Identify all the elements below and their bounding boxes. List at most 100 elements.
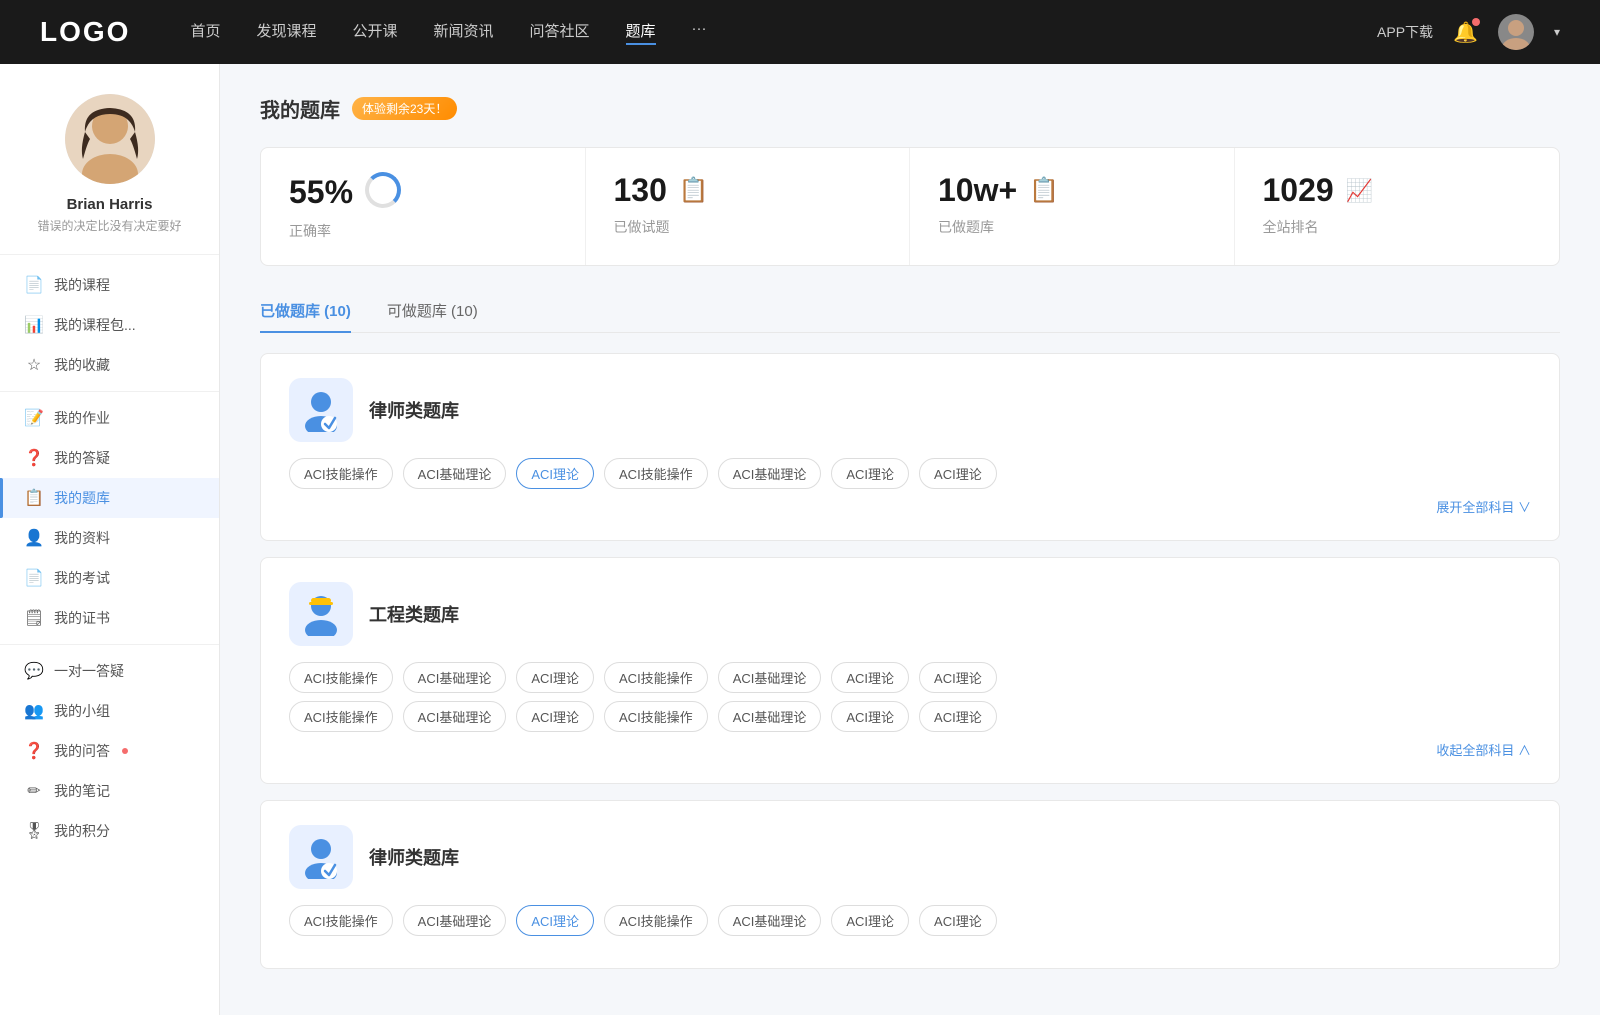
sidebar-avatar bbox=[65, 94, 155, 184]
divider-1 bbox=[0, 391, 219, 392]
bank-tag[interactable]: ACI基础理论 bbox=[718, 458, 822, 489]
trial-badge: 体验剩余23天！ bbox=[352, 97, 457, 120]
bank-tag[interactable]: ACI基础理论 bbox=[718, 662, 822, 693]
qa-icon: ❓ bbox=[24, 448, 44, 468]
sidebar-item-certificate[interactable]: 🗒 我的证书 bbox=[0, 598, 219, 638]
bank-engineering-tags-row2: ACI技能操作 ACI基础理论 ACI理论 ACI技能操作 ACI基础理论 AC… bbox=[289, 701, 1531, 732]
bank-engineering-icon-wrap bbox=[289, 582, 353, 646]
sidebar-item-my-exam[interactable]: 📄 我的考试 bbox=[0, 558, 219, 598]
exam-icon: 📄 bbox=[24, 568, 44, 588]
bank-tag[interactable]: ACI理论 bbox=[831, 701, 909, 732]
nav-discover[interactable]: 发现课程 bbox=[256, 20, 316, 45]
bank-tag[interactable]: ACI基础理论 bbox=[403, 905, 507, 936]
bank-tag[interactable]: ACI技能操作 bbox=[289, 701, 393, 732]
user-chevron[interactable]: ▾ bbox=[1554, 25, 1560, 39]
bank-tag-selected[interactable]: ACI理论 bbox=[516, 905, 594, 936]
bank-section-lawyer-2: 律师类题库 ACI技能操作 ACI基础理论 ACI理论 ACI技能操作 ACI基… bbox=[260, 800, 1560, 969]
points-icon: 🎖 bbox=[24, 821, 44, 841]
bank-tag[interactable]: ACI理论 bbox=[516, 701, 594, 732]
sidebar-item-homework[interactable]: 📝 我的作业 bbox=[0, 398, 219, 438]
bank-tag[interactable]: ACI基础理论 bbox=[403, 701, 507, 732]
stat-accuracy-value: 55% bbox=[289, 174, 353, 211]
bank-tag[interactable]: ACI技能操作 bbox=[289, 458, 393, 489]
bank-expand-button[interactable]: 展开全部科目 ∨ bbox=[289, 497, 1531, 516]
sidebar-item-my-group[interactable]: 👥 我的小组 bbox=[0, 691, 219, 731]
notification-dot bbox=[1472, 18, 1480, 26]
bank-tag[interactable]: ACI技能操作 bbox=[604, 905, 708, 936]
bank-tag[interactable]: ACI理论 bbox=[831, 458, 909, 489]
list-orange-icon: 📋 bbox=[1029, 176, 1059, 205]
bank-tag[interactable]: ACI技能操作 bbox=[289, 662, 393, 693]
nav-news[interactable]: 新闻资讯 bbox=[434, 20, 494, 45]
sidebar-motto: 错误的决定比没有决定要好 bbox=[20, 217, 199, 234]
bank-collapse-button[interactable]: 收起全部科目 ∧ bbox=[289, 740, 1531, 759]
chat-icon: 💬 bbox=[24, 661, 44, 681]
nav-open-course[interactable]: 公开课 bbox=[352, 20, 397, 45]
divider-2 bbox=[0, 644, 219, 645]
sidebar-item-my-points[interactable]: 🎖 我的积分 bbox=[0, 811, 219, 851]
sidebar-item-one-on-one[interactable]: 💬 一对一答疑 bbox=[0, 651, 219, 691]
bank-lawyer2-icon-wrap bbox=[289, 825, 353, 889]
sidebar: Brian Harris 错误的决定比没有决定要好 📄 我的课程 📊 我的课程包… bbox=[0, 64, 220, 1015]
bank-tag[interactable]: ACI技能操作 bbox=[604, 701, 708, 732]
bank-lawyer2-header: 律师类题库 bbox=[289, 825, 1531, 889]
user-avatar[interactable] bbox=[1498, 14, 1534, 50]
sidebar-item-my-data[interactable]: 👤 我的资料 bbox=[0, 518, 219, 558]
bank-tag[interactable]: ACI基础理论 bbox=[403, 662, 507, 693]
bank-engineering-name: 工程类题库 bbox=[369, 601, 459, 627]
bank-lawyer-name: 律师类题库 bbox=[369, 397, 459, 423]
sidebar-item-my-notes[interactable]: ✏ 我的笔记 bbox=[0, 771, 219, 811]
bank-tag[interactable]: ACI技能操作 bbox=[604, 458, 708, 489]
nav-qa[interactable]: 问答社区 bbox=[530, 20, 590, 45]
sidebar-item-my-qa[interactable]: ❓ 我的答疑 bbox=[0, 438, 219, 478]
package-icon: 📊 bbox=[24, 315, 44, 335]
nav-home[interactable]: 首页 bbox=[190, 20, 220, 45]
bank-lawyer-icon-wrap bbox=[289, 378, 353, 442]
lawyer-person-icon bbox=[299, 388, 343, 432]
data-icon: 👤 bbox=[24, 528, 44, 548]
bank-tag[interactable]: ACI基础理论 bbox=[718, 905, 822, 936]
bank-lawyer2-tags: ACI技能操作 ACI基础理论 ACI理论 ACI技能操作 ACI基础理论 AC… bbox=[289, 905, 1531, 936]
stat-done-value: 130 bbox=[614, 172, 667, 209]
bank-tag[interactable]: ACI理论 bbox=[831, 905, 909, 936]
bank-section-engineering: 工程类题库 ACI技能操作 ACI基础理论 ACI理论 ACI技能操作 ACI基… bbox=[260, 557, 1560, 784]
bank-tag[interactable]: ACI理论 bbox=[831, 662, 909, 693]
sidebar-menu: 📄 我的课程 📊 我的课程包... ☆ 我的收藏 📝 我的作业 ❓ 我的答疑 � bbox=[0, 255, 219, 861]
nav-more[interactable]: ··· bbox=[692, 20, 707, 45]
page-title: 我的题库 bbox=[260, 94, 340, 123]
sidebar-item-my-questions[interactable]: ❓ 我的问答 bbox=[0, 731, 219, 771]
bank-tag[interactable]: ACI技能操作 bbox=[289, 905, 393, 936]
notification-bell[interactable]: 🔔 bbox=[1453, 20, 1478, 45]
accuracy-icon bbox=[365, 172, 401, 213]
sidebar-item-favorites[interactable]: ☆ 我的收藏 bbox=[0, 345, 219, 385]
stat-done-questions: 130 📋 已做试题 bbox=[586, 148, 911, 265]
app-download-button[interactable]: APP下载 bbox=[1377, 22, 1433, 42]
nav-question-bank[interactable]: 题库 bbox=[626, 20, 656, 45]
unread-dot bbox=[122, 748, 128, 754]
main-layout: Brian Harris 错误的决定比没有决定要好 📄 我的课程 📊 我的课程包… bbox=[0, 64, 1600, 1015]
tab-done-banks[interactable]: 已做题库 (10) bbox=[260, 290, 351, 333]
navbar-right: APP下载 🔔 ▾ bbox=[1377, 14, 1560, 50]
bank-engineering-tags-row1: ACI技能操作 ACI基础理论 ACI理论 ACI技能操作 ACI基础理论 AC… bbox=[289, 662, 1531, 693]
sidebar-item-course-package[interactable]: 📊 我的课程包... bbox=[0, 305, 219, 345]
bank-tag[interactable]: ACI技能操作 bbox=[604, 662, 708, 693]
stat-accuracy: 55% 正确率 bbox=[261, 148, 586, 265]
sidebar-item-question-bank[interactable]: 📋 我的题库 bbox=[0, 478, 219, 518]
sidebar-profile: Brian Harris 错误的决定比没有决定要好 bbox=[0, 94, 219, 255]
homework-icon: 📝 bbox=[24, 408, 44, 428]
bank-tag[interactable]: ACI理论 bbox=[919, 458, 997, 489]
bank-tag[interactable]: ACI基础理论 bbox=[403, 458, 507, 489]
nav-menu: 首页 发现课程 公开课 新闻资讯 问答社区 题库 ··· bbox=[190, 20, 1377, 45]
sidebar-item-my-course[interactable]: 📄 我的课程 bbox=[0, 265, 219, 305]
tab-available-banks[interactable]: 可做题库 (10) bbox=[387, 290, 478, 333]
bank-tag[interactable]: ACI理论 bbox=[919, 701, 997, 732]
bank-tag[interactable]: ACI基础理论 bbox=[718, 701, 822, 732]
bank-tag[interactable]: ACI理论 bbox=[919, 905, 997, 936]
bank-tag[interactable]: ACI理论 bbox=[919, 662, 997, 693]
stat-rank-value: 1029 bbox=[1263, 172, 1334, 209]
bank-tag[interactable]: ACI理论 bbox=[516, 662, 594, 693]
bank-tag-selected[interactable]: ACI理论 bbox=[516, 458, 594, 489]
stats-row: 55% 正确率 130 📋 已做试题 10w+ 📋 bbox=[260, 147, 1560, 266]
question-icon: ❓ bbox=[24, 741, 44, 761]
bank-lawyer-tags: ACI技能操作 ACI基础理论 ACI理论 ACI技能操作 ACI基础理论 AC… bbox=[289, 458, 1531, 489]
